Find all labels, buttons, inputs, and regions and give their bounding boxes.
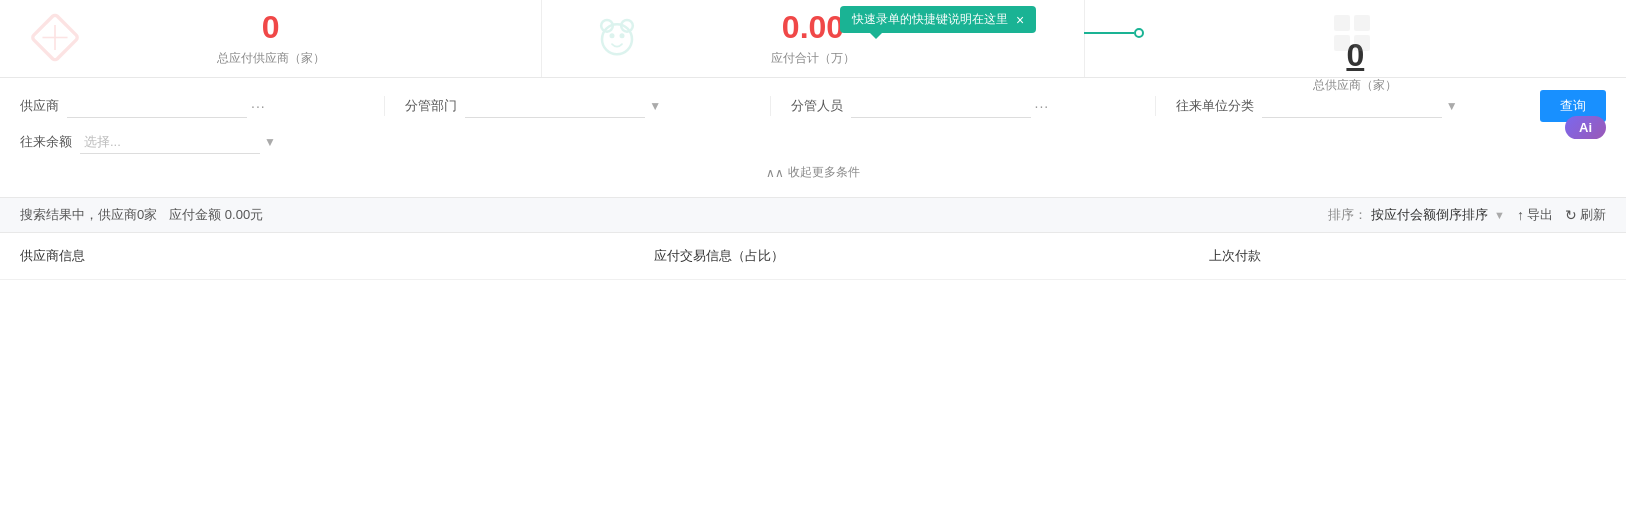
supplier-dots-icon[interactable]: ··· <box>251 98 266 114</box>
table-body <box>0 280 1626 515</box>
collapse-up-icon: ∧∧ <box>766 166 784 180</box>
balance-chevron-icon[interactable]: ▼ <box>264 135 276 149</box>
filter-row-1: 供应商 ··· 分管部门 ▼ 分管人员 ··· 往来单位分类 ▼ 查询 <box>20 90 1606 122</box>
result-info: 搜索结果中，供应商0家 应付金额 0.00元 <box>20 206 263 224</box>
filter-section: 供应商 ··· 分管部门 ▼ 分管人员 ··· 往来单位分类 ▼ 查询 <box>0 78 1626 198</box>
divider-2 <box>770 96 771 116</box>
collapse-label: 收起更多条件 <box>788 164 860 181</box>
result-actions: 排序： 按应付会额倒序排序 ▼ ↑ 导出 ↻ 刷新 <box>1328 206 1606 224</box>
filter-supplier: 供应商 ··· <box>20 94 364 118</box>
col-header-supplier: 供应商信息 <box>20 247 654 265</box>
supplier-label: 供应商 <box>20 97 59 115</box>
svg-rect-10 <box>1334 35 1350 51</box>
unit-category-label: 往来单位分类 <box>1176 97 1254 115</box>
svg-point-3 <box>602 24 632 54</box>
filter-balance: 往来余额 选择... ▼ <box>20 130 1606 154</box>
refresh-label: 刷新 <box>1580 206 1606 224</box>
export-label: 导出 <box>1527 206 1553 224</box>
ai-badge[interactable]: Ai <box>1565 116 1606 139</box>
summary-item-payable-suppliers: 0 总应付供应商（家） <box>0 0 542 77</box>
filter-manager: 分管人员 ··· <box>791 94 1135 118</box>
summary-item-total-suppliers: 0 总供应商（家） <box>1085 0 1626 77</box>
payable-total-number: 0.00 <box>782 10 844 45</box>
result-bar: 搜索结果中，供应商0家 应付金额 0.00元 排序： 按应付会额倒序排序 ▼ ↑… <box>0 198 1626 233</box>
total-suppliers-label: 总供应商（家） <box>1313 77 1397 94</box>
col-header-payable: 应付交易信息（占比） <box>654 247 1209 265</box>
collapse-row: ∧∧ 收起更多条件 <box>20 162 1606 183</box>
supplier-count-info: 搜索结果中，供应商0家 <box>20 206 157 224</box>
balance-select[interactable]: 选择... <box>80 130 260 154</box>
tooltip-bubble: 快速录单的快捷键说明在这里 × <box>840 6 1036 33</box>
divider-3 <box>1155 96 1156 116</box>
department-input[interactable] <box>465 94 645 118</box>
export-button[interactable]: ↑ 导出 <box>1517 206 1553 224</box>
payable-total-label: 应付合计（万） <box>771 50 855 67</box>
svg-point-6 <box>610 33 615 38</box>
balance-label: 往来余额 <box>20 133 72 151</box>
col-header-lastpay: 上次付款 <box>1209 247 1606 265</box>
tooltip-text: 快速录单的快捷键说明在这里 <box>852 11 1008 28</box>
svg-rect-11 <box>1354 35 1370 51</box>
payable-suppliers-label: 总应付供应商（家） <box>217 50 325 67</box>
manager-label: 分管人员 <box>791 97 843 115</box>
diamond-icon <box>30 12 80 65</box>
manager-input[interactable] <box>851 94 1031 118</box>
sort-label: 排序： <box>1328 206 1367 224</box>
export-icon: ↑ <box>1517 207 1524 223</box>
amount-info: 应付金额 0.00元 <box>169 206 263 224</box>
collapse-button[interactable]: ∧∧ 收起更多条件 <box>756 162 870 183</box>
refresh-icon: ↻ <box>1565 207 1577 223</box>
table-header: 供应商信息 应付交易信息（占比） 上次付款 <box>0 233 1626 280</box>
sort-chevron-icon[interactable]: ▼ <box>1494 209 1505 221</box>
filter-row-2: 往来余额 选择... ▼ <box>20 130 1606 154</box>
svg-rect-8 <box>1334 15 1350 31</box>
grid-icon <box>1330 11 1380 64</box>
unit-category-chevron-icon[interactable]: ▼ <box>1446 99 1458 113</box>
table-section: 供应商信息 应付交易信息（占比） 上次付款 <box>0 233 1626 515</box>
department-chevron-icon[interactable]: ▼ <box>649 99 661 113</box>
summary-item-payable-total: 0.00 应付合计（万） 快速录单的快捷键说明在这里 × <box>542 0 1084 77</box>
filter-department: 分管部门 ▼ <box>405 94 749 118</box>
bear-icon <box>592 12 642 65</box>
supplier-input[interactable] <box>67 94 247 118</box>
payable-suppliers-number: 0 <box>262 10 280 45</box>
sort-section: 排序： 按应付会额倒序排序 ▼ <box>1328 206 1505 224</box>
divider-1 <box>384 96 385 116</box>
summary-bar: 0 总应付供应商（家） 0.00 应付合计（万） 快速录单的快捷键说明在这里 × <box>0 0 1626 78</box>
unit-category-input[interactable] <box>1262 94 1442 118</box>
department-label: 分管部门 <box>405 97 457 115</box>
tooltip-close-icon[interactable]: × <box>1016 13 1024 27</box>
refresh-button[interactable]: ↻ 刷新 <box>1565 206 1606 224</box>
manager-dots-icon[interactable]: ··· <box>1035 98 1050 114</box>
filter-unit-category: 往来单位分类 ▼ <box>1176 94 1520 118</box>
svg-point-7 <box>620 33 625 38</box>
svg-rect-9 <box>1354 15 1370 31</box>
sort-value[interactable]: 按应付会额倒序排序 <box>1371 206 1488 224</box>
